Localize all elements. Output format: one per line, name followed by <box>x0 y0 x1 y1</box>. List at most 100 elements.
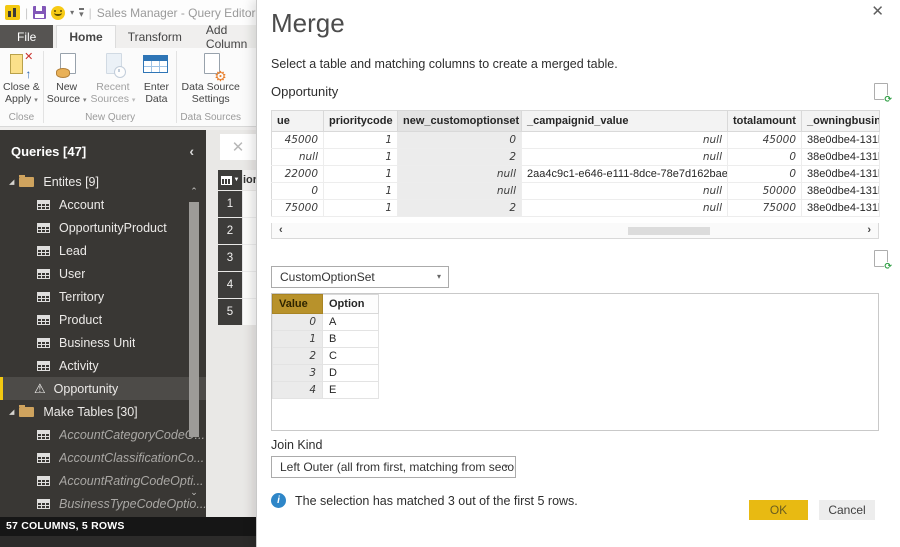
cell[interactable]: 38e0dbe4-131b <box>801 165 880 183</box>
query-item-business-unit[interactable]: Business Unit <box>0 331 206 354</box>
column-header-value[interactable]: Value <box>272 294 323 314</box>
cell[interactable]: 4 <box>272 381 323 399</box>
query-item-accountratingcodeopti[interactable]: AccountRatingCodeOpti... <box>0 469 206 492</box>
cell[interactable]: 1 <box>323 131 398 149</box>
quick-access-toolbar-icon[interactable]: ▾ <box>79 7 84 18</box>
tab-file[interactable]: File <box>0 25 54 48</box>
clear-formula-button[interactable]: ✕ <box>220 134 256 160</box>
column-header-prioritycode[interactable]: prioritycode <box>323 110 398 132</box>
cell[interactable]: 22000 <box>271 165 324 183</box>
scroll-right-icon[interactable]: › <box>867 224 871 237</box>
cell[interactable]: C <box>322 347 379 365</box>
query-item-opportunityproduct[interactable]: OpportunityProduct <box>0 216 206 239</box>
cell[interactable]: null <box>521 199 728 217</box>
scroll-left-icon[interactable]: ‹ <box>279 224 283 237</box>
cell[interactable]: null <box>271 148 324 166</box>
query-item-accountclassificationco[interactable]: AccountClassificationCo... <box>0 446 206 469</box>
column-header-new-customoptionset[interactable]: new_customoptionset <box>397 110 522 132</box>
collapse-panel-icon[interactable]: ‹ <box>189 143 194 159</box>
tree-expand-icon[interactable]: ◢ <box>9 178 14 186</box>
cell[interactable]: 0 <box>727 165 802 183</box>
cell[interactable]: 38e0dbe4-131b <box>801 148 880 166</box>
save-icon[interactable] <box>33 6 47 19</box>
cell[interactable]: 45000 <box>727 131 802 149</box>
cell[interactable]: 2 <box>397 199 522 217</box>
cell[interactable]: 0 <box>272 313 323 331</box>
cell[interactable]: 38e0dbe4-131b <box>801 131 880 149</box>
cell[interactable]: 50000 <box>727 182 802 200</box>
join-kind-select[interactable]: Left Outer (all from first, matching fro… <box>271 456 516 478</box>
column-header-totalamount[interactable]: totalamount <box>727 110 802 132</box>
scrollbar-thumb[interactable] <box>189 202 199 437</box>
tree-expand-icon[interactable]: ◢ <box>9 408 14 416</box>
close-icon[interactable]: ✕ <box>871 2 884 20</box>
query-item-opportunity[interactable]: ⚠ Opportunity <box>0 377 206 400</box>
query-item-accountcategorycodeo[interactable]: AccountCategoryCodeO... <box>0 423 206 446</box>
query-editor-window: | ▾ ▾ | Sales Manager - Query Editor Fil… <box>0 0 259 547</box>
enter-data-button[interactable]: Enter Data <box>137 50 175 105</box>
scrollbar-thumb[interactable] <box>628 227 710 235</box>
second-table-select[interactable]: CustomOptionSet ▾ <box>271 266 449 288</box>
new-source-button[interactable]: New Source ▾ <box>45 50 89 107</box>
cell[interactable]: 1 <box>323 165 398 183</box>
cell[interactable]: 45000 <box>271 131 324 149</box>
scroll-down-icon[interactable]: ⌄ <box>189 488 199 497</box>
scroll-up-icon[interactable]: ⌃ <box>189 187 199 196</box>
chevron-down-icon[interactable]: ▾ <box>70 8 74 17</box>
query-item-make-tables-30[interactable]: ◢ Make Tables [30] <box>0 400 206 423</box>
cancel-button[interactable]: Cancel <box>819 500 875 520</box>
cell[interactable]: 1 <box>323 199 398 217</box>
cell[interactable]: 1 <box>323 148 398 166</box>
cell[interactable]: D <box>322 364 379 382</box>
feedback-smiley-icon[interactable] <box>51 5 66 20</box>
query-item-territory[interactable]: Territory <box>0 285 206 308</box>
refresh-preview-icon[interactable] <box>874 83 892 104</box>
cell[interactable]: 2aa4c9c1-e646-e111-8dce-78e7d162bae6 <box>521 165 728 183</box>
cell[interactable]: null <box>397 165 522 183</box>
cell[interactable]: null <box>521 148 728 166</box>
column-header-option[interactable]: Option <box>322 294 379 314</box>
close-apply-button[interactable]: ✕ ↑ Close & Apply ▾ <box>1 50 42 107</box>
cell[interactable]: 1 <box>323 182 398 200</box>
cell[interactable]: 0 <box>727 148 802 166</box>
close-apply-label: Close & Apply ▾ <box>3 81 40 105</box>
tab-home[interactable]: Home <box>56 25 116 48</box>
cell[interactable]: 38e0dbe4-131b <box>801 182 880 200</box>
cell[interactable]: 2 <box>397 148 522 166</box>
cell[interactable]: A <box>322 313 379 331</box>
query-item-account[interactable]: Account <box>0 193 206 216</box>
cell[interactable]: null <box>521 131 728 149</box>
cell[interactable]: 2 <box>272 347 323 365</box>
select-all-corner[interactable]: ▼ <box>218 170 242 190</box>
column-header-owningbusine[interactable]: _owningbusine <box>801 110 880 132</box>
query-item-lead[interactable]: Lead <box>0 239 206 262</box>
query-item-businesstypecodeoptio[interactable]: BusinessTypeCodeOptio... <box>0 492 206 515</box>
cell[interactable]: B <box>322 330 379 348</box>
ok-button[interactable]: OK <box>749 500 808 520</box>
cell[interactable]: null <box>521 182 728 200</box>
warning-icon: ⚠ <box>34 381 46 396</box>
cell[interactable]: 38e0dbe4-131b <box>801 199 880 217</box>
first-table-hscrollbar[interactable]: ‹ › <box>271 223 879 239</box>
tab-transform[interactable]: Transform <box>116 25 194 48</box>
cell[interactable]: null <box>397 182 522 200</box>
queries-scrollbar[interactable]: ⌃ ⌄ <box>189 187 199 497</box>
grid-column-header: iori <box>242 170 257 190</box>
cell[interactable]: 0 <box>271 182 324 200</box>
cell[interactable]: E <box>322 381 379 399</box>
cell[interactable]: 75000 <box>727 199 802 217</box>
query-item-activity[interactable]: Activity <box>0 354 206 377</box>
column-header-campaignid-value[interactable]: _campaignid_value <box>521 110 728 132</box>
cell[interactable]: 1 <box>272 330 323 348</box>
refresh-preview-icon[interactable] <box>874 250 892 271</box>
column-header-ue[interactable]: ue <box>271 110 324 132</box>
tab-add-column[interactable]: Add Column <box>194 23 259 51</box>
query-item-entites-9[interactable]: ◢ Entites [9] <box>0 170 206 193</box>
data-source-settings-button[interactable]: ⚙ Data Source Settings <box>180 50 242 105</box>
cell[interactable]: 75000 <box>271 199 324 217</box>
query-item-user[interactable]: User <box>0 262 206 285</box>
cell[interactable]: 3 <box>272 364 323 382</box>
cell[interactable]: 0 <box>397 131 522 149</box>
editor-background-strip: ✕ ▼ iori 12345 <box>206 130 257 517</box>
query-item-product[interactable]: Product <box>0 308 206 331</box>
